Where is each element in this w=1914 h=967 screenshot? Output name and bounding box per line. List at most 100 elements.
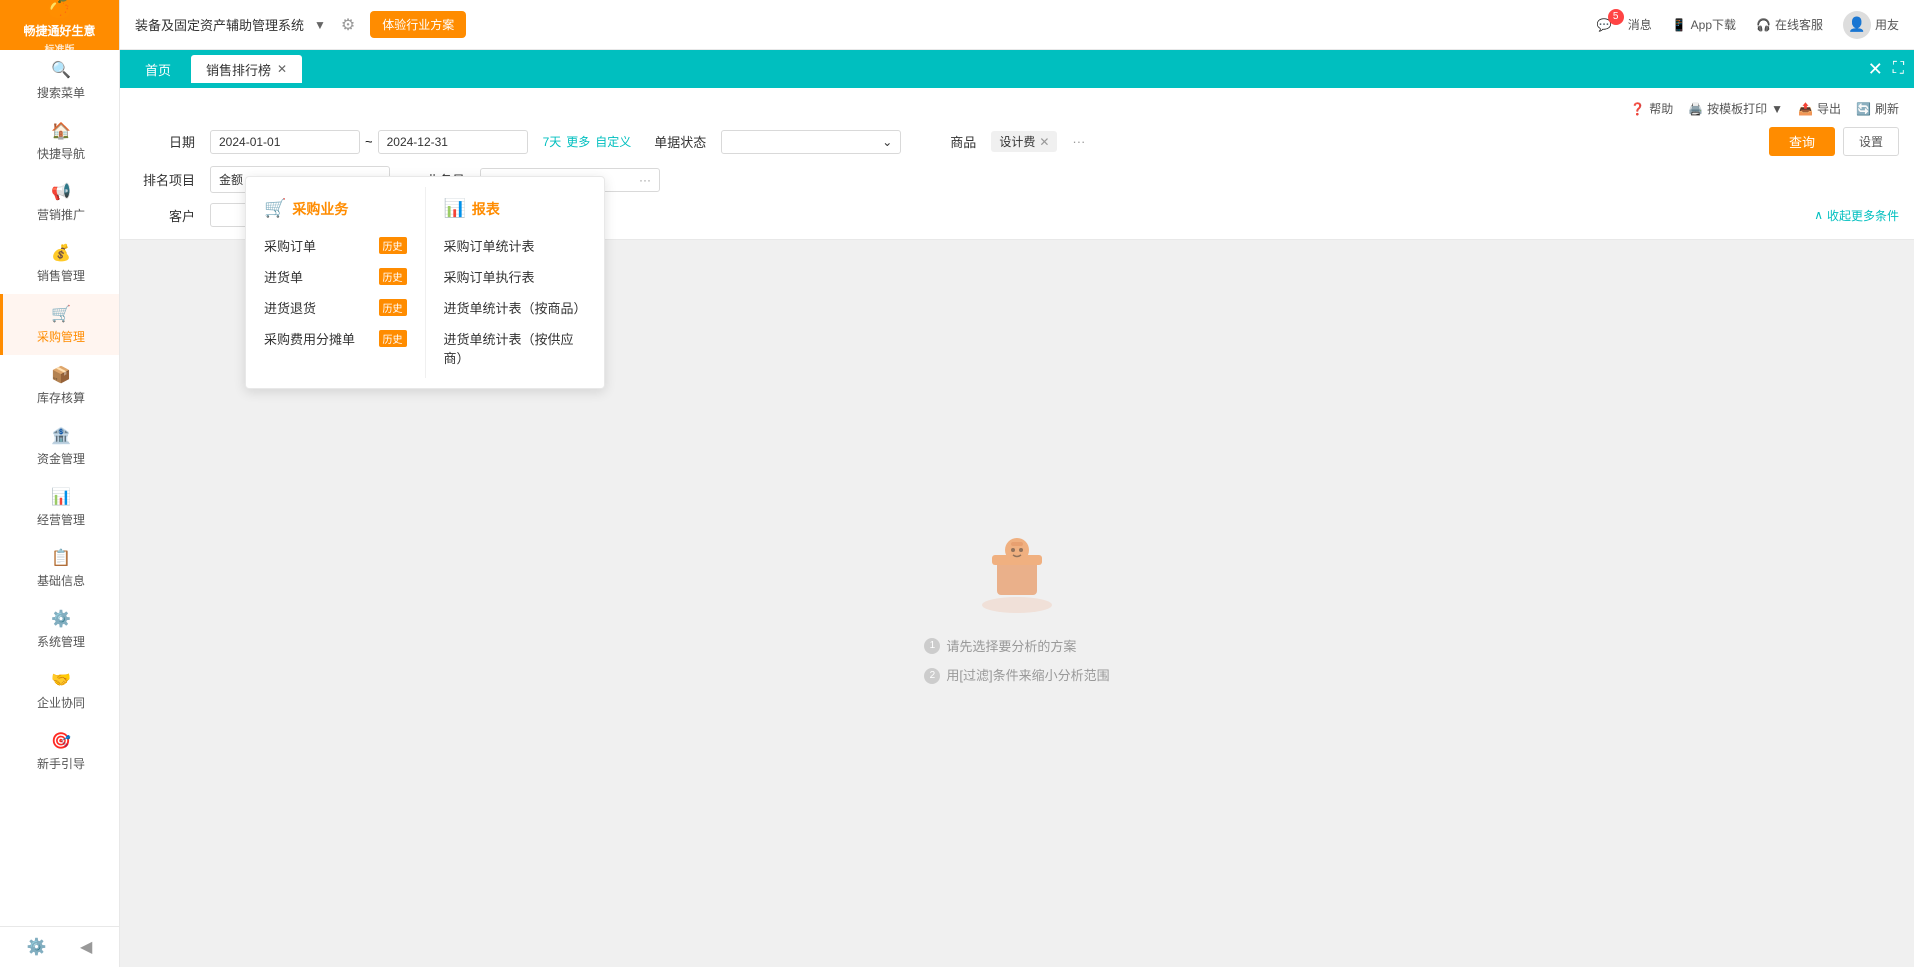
headset-icon: 🎧: [1756, 18, 1771, 32]
content-area: ❓ 帮助 🖨️ 按模板打印 ▼ 📤 导出 🔄 刷新: [120, 88, 1914, 967]
topbar: 装备及固定资产辅助管理系统 ▼ ⚙ 体验行业方案 💬 5 消息 📱 App下载 …: [120, 0, 1914, 50]
system-dropdown[interactable]: ▼: [314, 18, 326, 32]
date-input-end[interactable]: 2024-12-31: [378, 130, 528, 154]
tabbar: 首页 销售排行榜 ✕ ✕ ⛶: [120, 50, 1914, 88]
settings-bottom-icon[interactable]: ⚙️: [27, 937, 47, 957]
sidebar-item-basic[interactable]: 📋 基础信息: [0, 538, 119, 599]
dropdown-item-receipt[interactable]: 进货单 历史: [256, 261, 415, 292]
filter-row-1: 日期 2024-01-01 ~ 2024-12-31 7天 更多 自定义: [135, 127, 1899, 156]
refresh-label: 刷新: [1875, 100, 1899, 117]
sidebar-item-label: 库存核算: [37, 389, 85, 406]
setting-button[interactable]: 设置: [1843, 127, 1899, 156]
shortcut-7days[interactable]: 7天: [543, 133, 562, 150]
goods-tag-close-icon[interactable]: ✕: [1039, 135, 1049, 149]
customer-label: 客户: [135, 206, 195, 225]
receipt-stat-goods-label: 进货单统计表（按商品）: [444, 298, 587, 317]
app-name: 畅捷通好生意: [23, 22, 95, 39]
user-item[interactable]: 👤 用友: [1843, 11, 1899, 39]
basic-icon: 📋: [51, 548, 71, 568]
salesperson-more-icon[interactable]: ···: [639, 173, 651, 187]
mobile-icon: 📱: [1672, 18, 1687, 32]
sidebar-item-system[interactable]: ⚙️ 系统管理: [0, 599, 119, 660]
help-item[interactable]: ❓ 帮助: [1630, 100, 1673, 117]
sidebar-item-search[interactable]: 🔍 搜索菜单: [0, 50, 119, 111]
shortcut-custom[interactable]: 自定义: [595, 133, 631, 150]
goods-more-icon[interactable]: ···: [1072, 134, 1085, 149]
dropdown-item-receipt-stat-goods[interactable]: 进货单统计表（按商品）: [436, 292, 595, 323]
online-service-item[interactable]: 🎧 在线客服: [1756, 16, 1823, 33]
dropdown-item-expense[interactable]: 采购费用分摊单 历史: [256, 323, 415, 354]
sidebar-item-guide[interactable]: 🎯 新手引导: [0, 721, 119, 782]
collapse-sidebar-icon[interactable]: ◀: [80, 937, 92, 957]
export-label: 导出: [1817, 100, 1841, 117]
system-icon: ⚙️: [51, 609, 71, 629]
tab-home-label: 首页: [145, 60, 171, 79]
message-item[interactable]: 💬 5 消息: [1597, 16, 1652, 33]
sidebar-bottom: ⚙️ ◀: [0, 926, 119, 967]
tab-sales-rank[interactable]: 销售排行榜 ✕: [191, 55, 302, 83]
step-1: 1: [924, 638, 940, 654]
tab-home[interactable]: 首页: [130, 55, 186, 83]
app-download-item[interactable]: 📱 App下载: [1672, 16, 1736, 33]
dropdown-item-purchase-order[interactable]: 采购订单 历史: [256, 230, 415, 261]
online-service-label: 在线客服: [1775, 16, 1823, 33]
app-edition: 标准版: [45, 41, 75, 56]
sales-icon: 💰: [51, 243, 71, 263]
tabbar-expand-icon[interactable]: ⛶: [1893, 60, 1904, 78]
dropdown-item-return[interactable]: 进货退货 历史: [256, 292, 415, 323]
purchase-dropdown-menu: 🛒 采购业务 采购订单 历史 进货单 历史 进货退货 历史: [245, 176, 605, 389]
sidebar-item-inventory[interactable]: 📦 库存核算: [0, 355, 119, 416]
dropdown-item-receipt-stat-supplier[interactable]: 进货单统计表（按供应商）: [436, 323, 595, 373]
tabbar-close-btn[interactable]: ✕: [1868, 59, 1883, 80]
print-item[interactable]: 🖨️ 按模板打印 ▼: [1688, 100, 1783, 117]
shortcut-more[interactable]: 更多: [566, 133, 590, 150]
order-status-select[interactable]: ⌄: [721, 130, 901, 154]
help-label: 帮助: [1649, 100, 1673, 117]
avatar: 👤: [1843, 11, 1871, 39]
sidebar-item-finance[interactable]: 🏦 资金管理: [0, 416, 119, 477]
guide-icon: 🎯: [51, 731, 71, 751]
enterprise-icon: 🤝: [51, 670, 71, 690]
tabbar-right: ✕ ⛶: [1868, 59, 1904, 80]
finance-icon: 🏦: [51, 426, 71, 446]
dropdown-item-order-stat[interactable]: 采购订单统计表: [436, 230, 595, 261]
sidebar-item-sales[interactable]: 💰 销售管理: [0, 233, 119, 294]
tab-close-icon[interactable]: ✕: [277, 62, 287, 76]
empty-hint-2: 2 用[过滤]条件来缩小分析范围: [924, 664, 1109, 687]
sidebar-item-marketing[interactable]: 📢 营销推广: [0, 172, 119, 233]
message-badge: 5: [1608, 9, 1624, 25]
help-icon: ❓: [1630, 102, 1645, 116]
user-label: 用友: [1875, 16, 1899, 33]
filter-toolbar: ❓ 帮助 🖨️ 按模板打印 ▼ 📤 导出 🔄 刷新: [135, 100, 1899, 117]
purchase-header-icon: 🛒: [264, 198, 286, 219]
receipt-label: 进货单: [264, 267, 303, 286]
sidebar-item-enterprise[interactable]: 🤝 企业协同: [0, 660, 119, 721]
settings-icon[interactable]: ⚙: [341, 15, 355, 35]
receipt-stat-supplier-label: 进货单统计表（按供应商）: [444, 329, 587, 367]
collapse-icon: ∧: [1814, 208, 1823, 222]
order-status-dropdown-icon: ⌄: [882, 135, 892, 149]
collapse-btn[interactable]: ∧ 收起更多条件: [1814, 207, 1899, 224]
date-input-start[interactable]: 2024-01-01: [210, 130, 360, 154]
history-badge-0: 历史: [379, 237, 407, 254]
industry-btn[interactable]: 体验行业方案: [370, 11, 466, 38]
sidebar-item-operation[interactable]: 📊 经营管理: [0, 477, 119, 538]
collapse-label: 收起更多条件: [1827, 207, 1899, 224]
query-button[interactable]: 查询: [1769, 127, 1835, 156]
search-icon: 🔍: [51, 60, 71, 80]
hint-2-text: 用[过滤]条件来缩小分析范围: [946, 664, 1109, 687]
app-download-label: App下载: [1691, 16, 1736, 33]
dropdown-item-order-exec[interactable]: 采购订单执行表: [436, 261, 595, 292]
order-status-label: 单据状态: [646, 132, 706, 151]
purchase-icon: 🛒: [51, 304, 71, 324]
refresh-icon: 🔄: [1856, 102, 1871, 116]
export-item[interactable]: 📤 导出: [1798, 100, 1841, 117]
sidebar-item-quick-nav[interactable]: 🏠 快捷导航: [0, 111, 119, 172]
print-icon: 🖨️: [1688, 102, 1703, 116]
date-start-value: 2024-01-01: [219, 135, 280, 149]
sidebar-item-label: 销售管理: [37, 267, 85, 284]
refresh-item[interactable]: 🔄 刷新: [1856, 100, 1899, 117]
home-icon: 🏠: [51, 121, 71, 141]
date-end-value: 2024-12-31: [387, 135, 448, 149]
sidebar-item-purchase[interactable]: 🛒 采购管理: [0, 294, 119, 355]
